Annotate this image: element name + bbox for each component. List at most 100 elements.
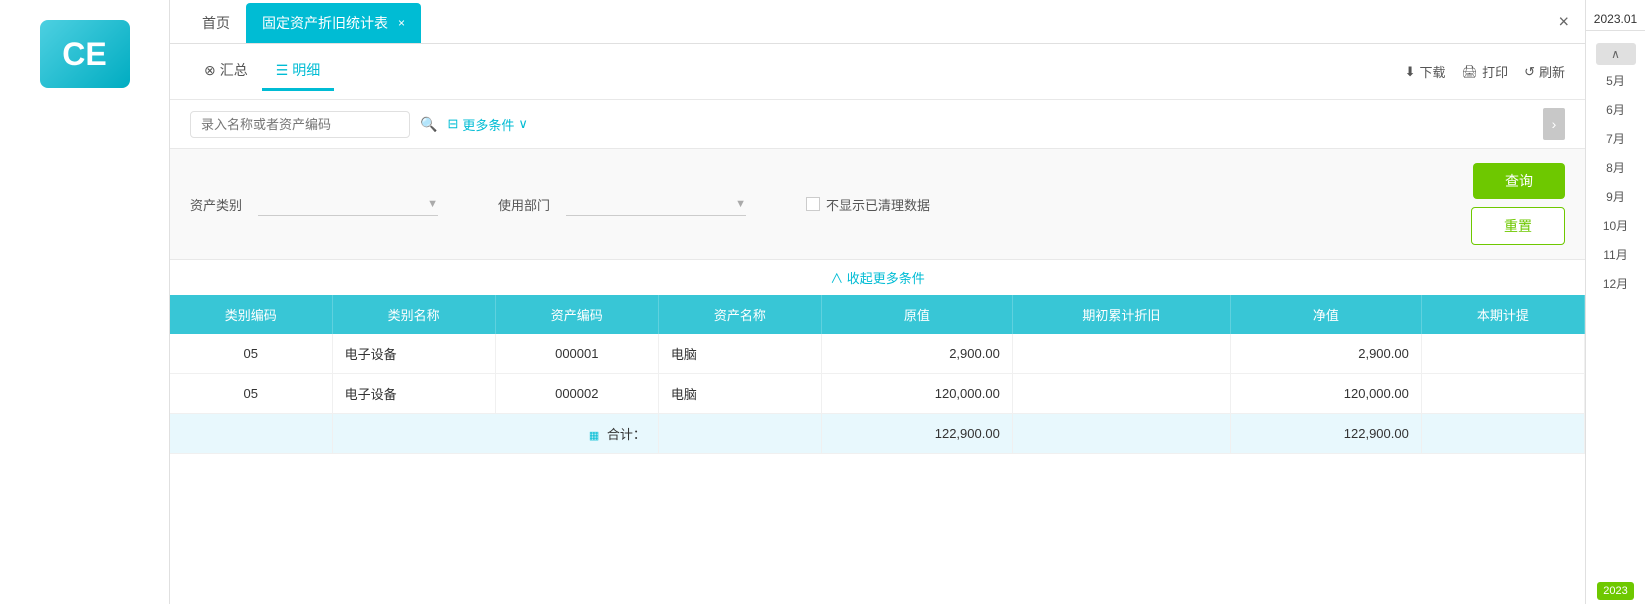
department-input[interactable] xyxy=(566,192,735,215)
col-header-category-name: 类别名称 xyxy=(332,295,495,334)
cell-asset-name-2: 电脑 xyxy=(658,374,821,414)
hide-cleared-label: 不显示已清理数据 xyxy=(826,195,930,214)
month-7[interactable]: 7月 xyxy=(1586,125,1645,152)
cell-net-value-1: 2,900.00 xyxy=(1231,334,1422,374)
advanced-filter-panel: 资产类别 ▼ 使用部门 ▼ 不显示已清理数据 查询 重置 xyxy=(170,149,1585,260)
col-header-category-code: 类别编码 xyxy=(170,295,332,334)
col-header-current-dep: 本期计提 xyxy=(1421,295,1584,334)
hide-cleared-filter: 不显示已清理数据 xyxy=(806,195,930,214)
cell-asset-name-1: 电脑 xyxy=(658,334,821,374)
logo-area: CE xyxy=(0,0,170,604)
refresh-icon: ↺ xyxy=(1524,64,1535,80)
cell-asset-code-2: 000002 xyxy=(495,374,658,414)
detail-label: 明细 xyxy=(292,60,320,80)
col-header-asset-code: 资产编码 xyxy=(495,295,658,334)
department-label: 使用部门 xyxy=(498,195,558,214)
department-arrow-icon: ▼ xyxy=(735,198,746,210)
filter-icon: ⊟ xyxy=(447,116,458,132)
cell-original-value-1: 2,900.00 xyxy=(822,334,1013,374)
detail-icon: ☰ xyxy=(276,62,289,79)
table-row: 05 电子设备 000001 电脑 2,900.00 2,900.00 xyxy=(170,334,1585,374)
col-header-original-value: 原值 xyxy=(822,295,1013,334)
print-icon: 🖨 xyxy=(1462,64,1479,80)
asset-category-filter: 资产类别 ▼ xyxy=(190,192,438,216)
filter-buttons: 查询 重置 xyxy=(1471,163,1565,245)
total-original-value: 122,900.00 xyxy=(822,414,1013,454)
cell-category-name-1: 电子设备 xyxy=(332,334,495,374)
search-input[interactable] xyxy=(190,111,410,138)
refresh-label: 刷新 xyxy=(1539,62,1565,81)
total-label-cell: ▦ 合计： xyxy=(332,414,658,454)
cell-asset-code-1: 000001 xyxy=(495,334,658,374)
total-icon: ▦ xyxy=(589,430,599,442)
tab-bar: 首页 固定资产折旧统计表 × × xyxy=(170,0,1585,44)
tab-detail[interactable]: ☰ 明细 xyxy=(262,52,335,91)
print-label: 打印 xyxy=(1482,62,1508,81)
data-table: 类别编码 类别名称 资产编码 资产名称 原值 期初累计折旧 净值 本期计提 05… xyxy=(170,295,1585,454)
download-label: 下载 xyxy=(1420,62,1446,81)
total-label: 合计： xyxy=(607,427,646,442)
window-close-button[interactable]: × xyxy=(1558,11,1569,32)
print-button[interactable]: 🖨 打印 xyxy=(1462,62,1509,81)
tab-close-icon[interactable]: × xyxy=(398,16,405,30)
total-net-value: 122,900.00 xyxy=(1231,414,1422,454)
tab-summary[interactable]: ⊗ 汇总 xyxy=(190,52,262,91)
tab-active-label: 固定资产折旧统计表 xyxy=(262,13,388,33)
right-panel: 2023.01 ∧ 5月 6月 7月 8月 9月 10月 11月 12月 202… xyxy=(1585,0,1645,604)
total-accumulated-dep xyxy=(1012,414,1230,454)
scroll-up-button[interactable]: ∧ xyxy=(1596,43,1636,65)
cell-net-value-2: 120,000.00 xyxy=(1231,374,1422,414)
table-total-row: ▦ 合计： 122,900.00 122,900.00 xyxy=(170,414,1585,454)
col-header-asset-name: 资产名称 xyxy=(658,295,821,334)
year-badge: 2023 xyxy=(1597,582,1633,600)
table-row: 05 电子设备 000002 电脑 120,000.00 120,000.00 xyxy=(170,374,1585,414)
col-header-net-value: 净值 xyxy=(1231,295,1422,334)
download-icon: ⬇ xyxy=(1405,64,1416,80)
search-icon[interactable]: 🔍 xyxy=(420,116,437,133)
cell-category-code-1: 05 xyxy=(170,334,332,374)
more-filter-button[interactable]: ⊟ 更多条件 ∨ xyxy=(447,115,527,134)
total-current-dep xyxy=(1421,414,1584,454)
month-6[interactable]: 6月 xyxy=(1586,96,1645,123)
download-button[interactable]: ⬇ 下载 xyxy=(1405,62,1446,81)
collapse-more-button[interactable]: ∧ 收起更多条件 xyxy=(170,260,1585,295)
tab-home[interactable]: 首页 xyxy=(186,3,246,43)
asset-category-label: 资产类别 xyxy=(190,195,250,214)
month-9[interactable]: 9月 xyxy=(1586,183,1645,210)
summary-label: 汇总 xyxy=(220,60,248,80)
cell-current-dep-1 xyxy=(1421,334,1584,374)
month-5[interactable]: 5月 xyxy=(1586,67,1645,94)
table-header-row: 类别编码 类别名称 资产编码 资产名称 原值 期初累计折旧 净值 本期计提 xyxy=(170,295,1585,334)
summary-icon: ⊗ xyxy=(204,62,216,79)
cell-original-value-2: 120,000.00 xyxy=(822,374,1013,414)
cell-accumulated-dep-2 xyxy=(1012,374,1230,414)
data-table-container: 类别编码 类别名称 资产编码 资产名称 原值 期初累计折旧 净值 本期计提 05… xyxy=(170,295,1585,604)
main-content: 首页 固定资产折旧统计表 × × ⊗ 汇总 ☰ 明细 ⬇ 下载 🖨 打印 ↺ xyxy=(170,0,1585,604)
search-bar: 🔍 ⊟ 更多条件 ∨ › xyxy=(170,100,1585,149)
month-10[interactable]: 10月 xyxy=(1586,212,1645,239)
asset-category-input[interactable] xyxy=(258,192,427,215)
expand-panel-button[interactable]: › xyxy=(1543,108,1565,140)
month-12[interactable]: 12月 xyxy=(1586,270,1645,297)
query-button[interactable]: 查询 xyxy=(1473,163,1565,199)
month-11[interactable]: 11月 xyxy=(1586,241,1645,268)
cell-category-name-2: 电子设备 xyxy=(332,374,495,414)
department-filter: 使用部门 ▼ xyxy=(498,192,746,216)
more-filter-label: 更多条件 xyxy=(462,115,514,134)
filter-row-1: 资产类别 ▼ 使用部门 ▼ 不显示已清理数据 查询 重置 xyxy=(190,163,1565,245)
reset-button[interactable]: 重置 xyxy=(1471,207,1565,245)
chevron-down-icon: ∨ xyxy=(518,116,528,132)
toolbar: ⊗ 汇总 ☰ 明细 ⬇ 下载 🖨 打印 ↺ 刷新 xyxy=(170,44,1585,100)
month-8[interactable]: 8月 xyxy=(1586,154,1645,181)
date-display: 2023.01 xyxy=(1586,8,1645,31)
collapse-label: ∧ 收起更多条件 xyxy=(830,271,925,286)
toolbar-actions: ⬇ 下载 🖨 打印 ↺ 刷新 xyxy=(1405,62,1565,81)
refresh-button[interactable]: ↺ 刷新 xyxy=(1524,62,1565,81)
tab-active[interactable]: 固定资产折旧统计表 × xyxy=(246,3,421,43)
hide-cleared-checkbox[interactable] xyxy=(806,197,820,211)
cell-category-code-2: 05 xyxy=(170,374,332,414)
logo-icon: CE xyxy=(40,20,130,88)
cell-current-dep-2 xyxy=(1421,374,1584,414)
total-empty-1 xyxy=(170,414,332,454)
asset-category-arrow-icon: ▼ xyxy=(427,198,438,210)
